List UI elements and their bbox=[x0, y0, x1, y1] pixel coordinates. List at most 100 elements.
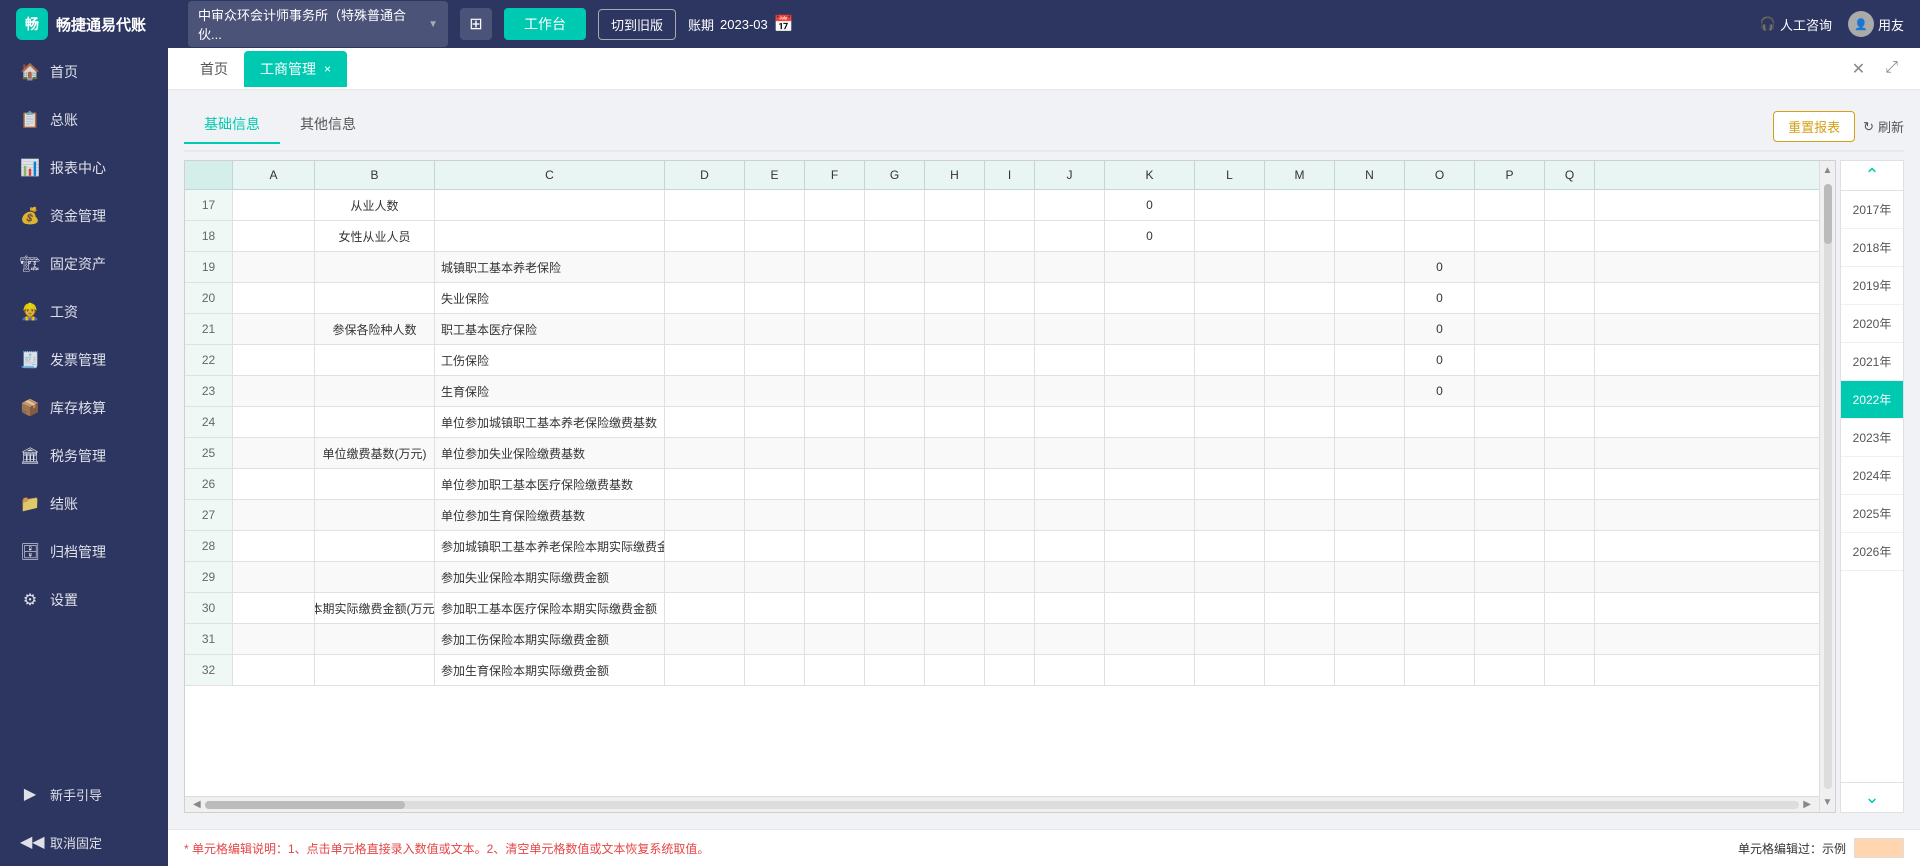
cell-20-i[interactable] bbox=[985, 283, 1035, 313]
cell-31-q[interactable] bbox=[1545, 624, 1595, 654]
cell-19-d[interactable] bbox=[665, 252, 745, 282]
year-up-arrow[interactable]: ⌃ bbox=[1864, 165, 1879, 186]
cell-27-m[interactable] bbox=[1265, 500, 1335, 530]
cell-22-b[interactable] bbox=[315, 345, 435, 375]
year-item-2017[interactable]: 2017年 bbox=[1841, 191, 1903, 229]
cell-29-j[interactable] bbox=[1035, 562, 1105, 592]
cell-18-f[interactable] bbox=[805, 221, 865, 251]
cell-28-n[interactable] bbox=[1335, 531, 1405, 561]
cell-32-c[interactable]: 参加生育保险本期实际缴费金额 bbox=[435, 655, 665, 685]
cell-25-g[interactable] bbox=[865, 438, 925, 468]
cell-25-h[interactable] bbox=[925, 438, 985, 468]
cell-23-h[interactable] bbox=[925, 376, 985, 406]
cell-28-o[interactable] bbox=[1405, 531, 1475, 561]
year-item-2025[interactable]: 2025年 bbox=[1841, 495, 1903, 533]
sidebar-item-unpin[interactable]: ◀◀ 取消固定 bbox=[0, 818, 168, 866]
cell-19-p[interactable] bbox=[1475, 252, 1545, 282]
cell-18-g[interactable] bbox=[865, 221, 925, 251]
cell-20-n[interactable] bbox=[1335, 283, 1405, 313]
cell-30-h[interactable] bbox=[925, 593, 985, 623]
cell-18-c[interactable] bbox=[435, 221, 665, 251]
cell-24-k[interactable] bbox=[1105, 407, 1195, 437]
cell-30-g[interactable] bbox=[865, 593, 925, 623]
cell-23-i[interactable] bbox=[985, 376, 1035, 406]
cell-29-f[interactable] bbox=[805, 562, 865, 592]
cell-27-l[interactable] bbox=[1195, 500, 1265, 530]
year-item-2020[interactable]: 2020年 bbox=[1841, 305, 1903, 343]
sidebar-item-inventory[interactable]: 📦 库存核算 bbox=[0, 384, 168, 432]
cell-22-p[interactable] bbox=[1475, 345, 1545, 375]
year-item-2019[interactable]: 2019年 bbox=[1841, 267, 1903, 305]
cell-26-e[interactable] bbox=[745, 469, 805, 499]
cell-20-g[interactable] bbox=[865, 283, 925, 313]
cell-30-b[interactable]: 本期实际缴费金额(万元) bbox=[315, 593, 435, 623]
cell-18-h[interactable] bbox=[925, 221, 985, 251]
cell-23-l[interactable] bbox=[1195, 376, 1265, 406]
scroll-left-arrow[interactable]: ◀ bbox=[189, 799, 205, 810]
cell-31-i[interactable] bbox=[985, 624, 1035, 654]
cell-31-j[interactable] bbox=[1035, 624, 1105, 654]
cell-28-q[interactable] bbox=[1545, 531, 1595, 561]
cell-24-a[interactable] bbox=[233, 407, 315, 437]
cell-31-f[interactable] bbox=[805, 624, 865, 654]
close-all-button[interactable]: ✕ bbox=[1846, 57, 1871, 81]
cell-30-n[interactable] bbox=[1335, 593, 1405, 623]
cell-29-a[interactable] bbox=[233, 562, 315, 592]
cell-26-q[interactable] bbox=[1545, 469, 1595, 499]
cell-28-a[interactable] bbox=[233, 531, 315, 561]
cell-23-f[interactable] bbox=[805, 376, 865, 406]
cell-31-c[interactable]: 参加工伤保险本期实际缴费金额 bbox=[435, 624, 665, 654]
vertical-scrollbar[interactable]: ▲ ▼ bbox=[1819, 161, 1835, 812]
cell-23-j[interactable] bbox=[1035, 376, 1105, 406]
tab-business[interactable]: 工商管理 × bbox=[244, 51, 347, 87]
cell-26-c[interactable]: 单位参加职工基本医疗保险缴费基数 bbox=[435, 469, 665, 499]
sidebar-item-finance[interactable]: 💰 资金管理 bbox=[0, 192, 168, 240]
cell-32-f[interactable] bbox=[805, 655, 865, 685]
cell-21-g[interactable] bbox=[865, 314, 925, 344]
cell-23-k[interactable] bbox=[1105, 376, 1195, 406]
cell-24-p[interactable] bbox=[1475, 407, 1545, 437]
cell-18-q[interactable] bbox=[1545, 221, 1595, 251]
cell-17-o[interactable] bbox=[1405, 190, 1475, 220]
cell-18-j[interactable] bbox=[1035, 221, 1105, 251]
tab-other-info[interactable]: 其他信息 bbox=[280, 106, 376, 144]
company-selector[interactable]: 中审众环会计师事务所（特殊普通合伙... ▼ bbox=[188, 1, 448, 47]
cell-21-c[interactable]: 职工基本医疗保险 bbox=[435, 314, 665, 344]
cell-32-k[interactable] bbox=[1105, 655, 1195, 685]
sidebar-item-guide[interactable]: ▶ 新手引导 bbox=[0, 770, 168, 818]
cell-22-m[interactable] bbox=[1265, 345, 1335, 375]
v-scroll-track[interactable] bbox=[1824, 184, 1832, 789]
cell-27-g[interactable] bbox=[865, 500, 925, 530]
cell-30-a[interactable] bbox=[233, 593, 315, 623]
cell-20-c[interactable]: 失业保险 bbox=[435, 283, 665, 313]
cell-28-b[interactable] bbox=[315, 531, 435, 561]
cell-26-f[interactable] bbox=[805, 469, 865, 499]
cell-21-l[interactable] bbox=[1195, 314, 1265, 344]
cell-23-c[interactable]: 生育保险 bbox=[435, 376, 665, 406]
cell-22-f[interactable] bbox=[805, 345, 865, 375]
cell-21-k[interactable] bbox=[1105, 314, 1195, 344]
sidebar-item-settings[interactable]: ⚙ 设置 bbox=[0, 576, 168, 624]
cell-31-k[interactable] bbox=[1105, 624, 1195, 654]
cell-21-e[interactable] bbox=[745, 314, 805, 344]
cell-30-e[interactable] bbox=[745, 593, 805, 623]
cell-26-d[interactable] bbox=[665, 469, 745, 499]
cell-28-e[interactable] bbox=[745, 531, 805, 561]
tab-basic-info[interactable]: 基础信息 bbox=[184, 106, 280, 144]
cell-26-l[interactable] bbox=[1195, 469, 1265, 499]
cell-21-n[interactable] bbox=[1335, 314, 1405, 344]
cell-28-i[interactable] bbox=[985, 531, 1035, 561]
cell-32-l[interactable] bbox=[1195, 655, 1265, 685]
cell-24-o[interactable] bbox=[1405, 407, 1475, 437]
cell-29-n[interactable] bbox=[1335, 562, 1405, 592]
cell-19-h[interactable] bbox=[925, 252, 985, 282]
cell-31-g[interactable] bbox=[865, 624, 925, 654]
cell-32-a[interactable] bbox=[233, 655, 315, 685]
cell-20-h[interactable] bbox=[925, 283, 985, 313]
cell-26-m[interactable] bbox=[1265, 469, 1335, 499]
cell-30-m[interactable] bbox=[1265, 593, 1335, 623]
cell-20-o[interactable]: 0 bbox=[1405, 283, 1475, 313]
cell-29-h[interactable] bbox=[925, 562, 985, 592]
cell-31-d[interactable] bbox=[665, 624, 745, 654]
cell-26-i[interactable] bbox=[985, 469, 1035, 499]
